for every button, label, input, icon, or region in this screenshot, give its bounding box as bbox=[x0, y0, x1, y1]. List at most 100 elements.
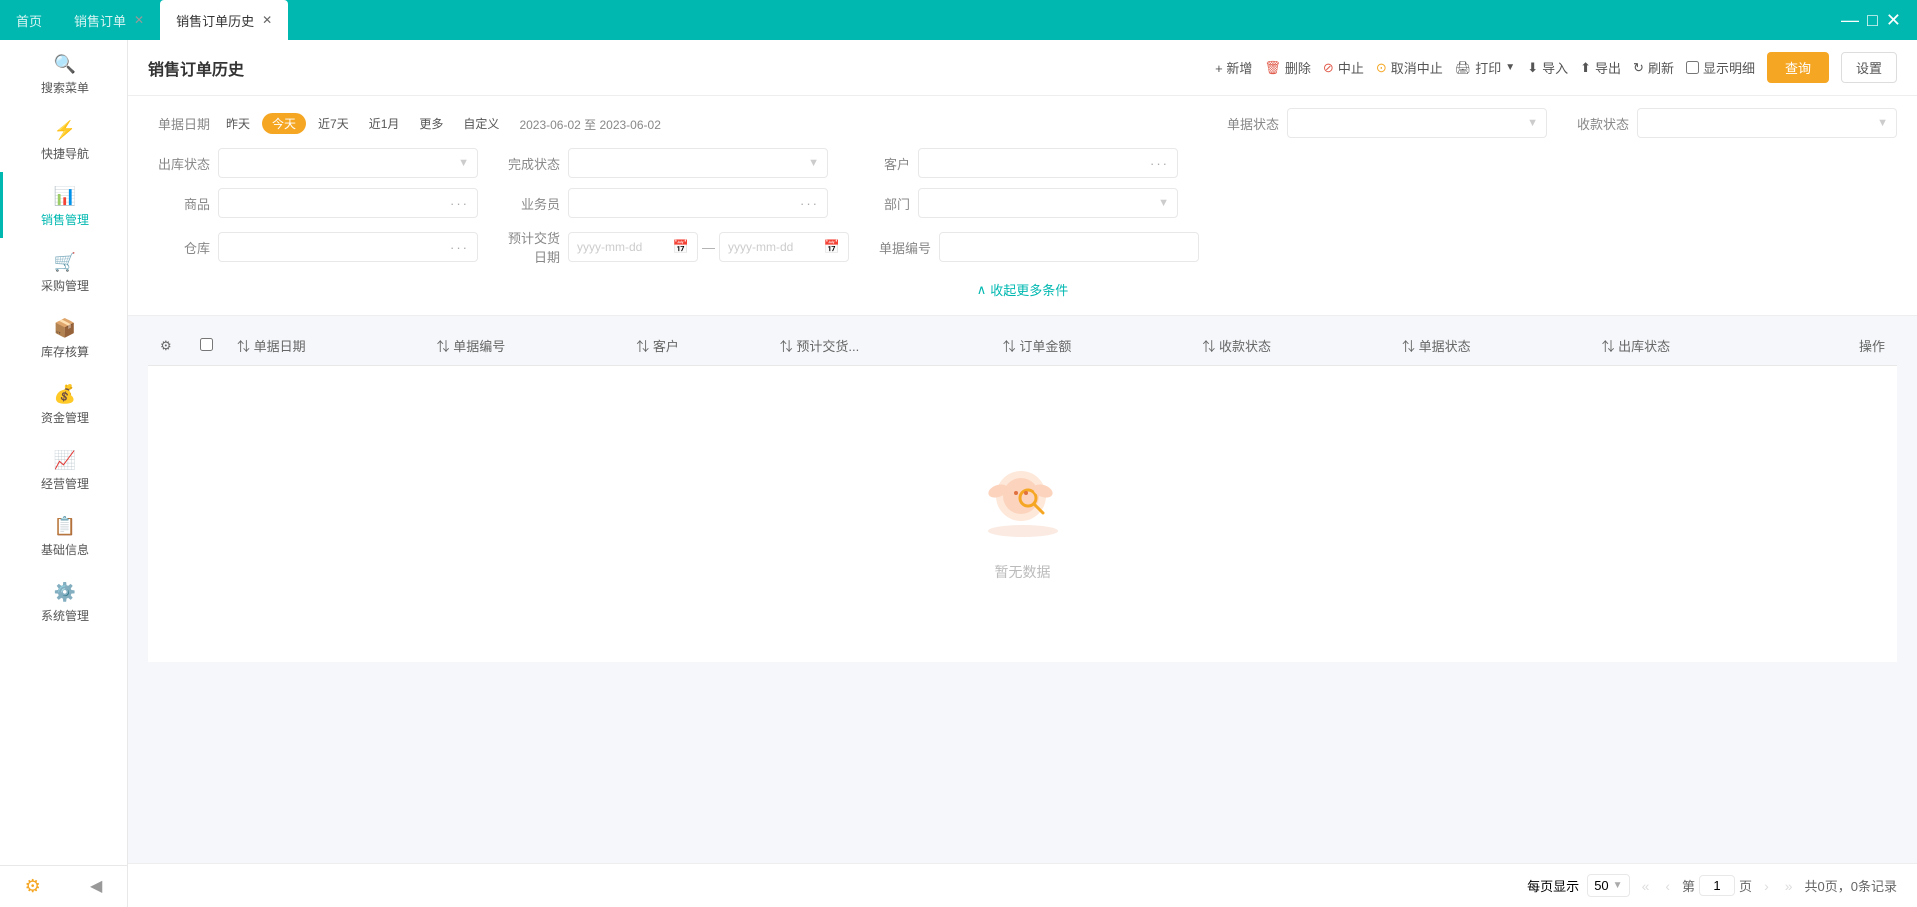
filter-row-4: 仓库 ··· 预计交货日期 yyyy-mm-dd 📅 — yyyy-mm-dd … bbox=[148, 228, 1897, 266]
th-settings[interactable]: ⚙ bbox=[148, 326, 188, 366]
date-today[interactable]: 今天 bbox=[262, 113, 306, 134]
sidebar-item-base-info[interactable]: 📋 基础信息 bbox=[0, 502, 127, 568]
delivery-status-select[interactable]: ▼ bbox=[218, 148, 478, 178]
complete-status-arrow: ▼ bbox=[808, 157, 819, 169]
delivery-date-start[interactable]: yyyy-mm-dd 📅 bbox=[568, 232, 698, 262]
complete-status-select[interactable]: ▼ bbox=[568, 148, 828, 178]
th-actions-label: 操作 bbox=[1859, 339, 1885, 354]
filter-area: 单据日期 昨天 今天 近7天 近1月 更多 自定义 2023-06-02 至 2… bbox=[128, 96, 1917, 316]
delete-button[interactable]: 🗑 删除 bbox=[1264, 58, 1311, 77]
sidebar-item-sales-mgmt[interactable]: 📊 销售管理 bbox=[0, 172, 127, 238]
th-customer[interactable]: ⇅ 客户 bbox=[624, 326, 768, 366]
th-date-label: ⇅ 单据日期 bbox=[237, 339, 306, 354]
window-close-button[interactable]: ✕ bbox=[1886, 10, 1901, 31]
warehouse-input[interactable]: ··· bbox=[218, 232, 478, 262]
th-date[interactable]: ⇅ 单据日期 bbox=[225, 326, 425, 366]
next-page-button[interactable]: › bbox=[1760, 878, 1773, 894]
sidebar-item-search-menu[interactable]: 🔍 搜索菜单 bbox=[0, 40, 127, 106]
tab-home-label: 首页 bbox=[16, 11, 42, 30]
last-page-button[interactable]: » bbox=[1781, 878, 1797, 894]
collapse-bar[interactable]: ∧ 收起更多条件 bbox=[148, 276, 1897, 303]
sidebar-item-inventory-label: 库存核算 bbox=[41, 343, 89, 360]
customer-input[interactable]: ··· bbox=[918, 148, 1178, 178]
print-arrow-icon: ▼ bbox=[1505, 62, 1515, 73]
base-info-icon: 📋 bbox=[54, 516, 76, 537]
warehouse-more-icon: ··· bbox=[450, 240, 469, 255]
empty-area: 暂无数据 bbox=[148, 366, 1897, 662]
print-button[interactable]: 🖨 打印 ▼ bbox=[1455, 58, 1515, 77]
date-yesterday[interactable]: 昨天 bbox=[218, 113, 258, 134]
calendar-end-icon: 📅 bbox=[824, 239, 840, 255]
th-order-status[interactable]: ⇅ 单据状态 bbox=[1390, 326, 1590, 366]
query-button[interactable]: 查询 bbox=[1767, 52, 1829, 83]
filter-row-3: 商品 ··· 业务员 ··· 部门 ▼ bbox=[148, 188, 1897, 218]
sidebar-item-sales-mgmt-label: 销售管理 bbox=[41, 211, 89, 228]
order-no-input[interactable] bbox=[939, 232, 1199, 262]
salesperson-more-icon: ··· bbox=[800, 196, 819, 211]
empty-illustration bbox=[973, 446, 1073, 546]
delivery-date-end[interactable]: yyyy-mm-dd 📅 bbox=[719, 232, 849, 262]
sidebar-item-purchase-mgmt-label: 采购管理 bbox=[41, 277, 89, 294]
close-sales-order-history-tab[interactable]: ✕ bbox=[262, 13, 272, 27]
tab-sales-order-history-label: 销售订单历史 bbox=[176, 11, 254, 30]
select-all-checkbox[interactable] bbox=[200, 338, 213, 351]
department-arrow: ▼ bbox=[1158, 197, 1169, 209]
export-button[interactable]: ⬆ 导出 bbox=[1580, 58, 1621, 77]
page-input[interactable] bbox=[1699, 875, 1735, 896]
import-icon: ⬇ bbox=[1527, 60, 1538, 76]
salesperson-input[interactable]: ··· bbox=[568, 188, 828, 218]
new-button[interactable]: + 新增 bbox=[1215, 58, 1252, 77]
page-suffix: 页 bbox=[1739, 876, 1752, 895]
table-body: 暂无数据 bbox=[148, 366, 1897, 663]
department-select[interactable]: ▼ bbox=[918, 188, 1178, 218]
sidebar-settings-icon[interactable]: ⚙ bbox=[25, 876, 41, 897]
sidebar-item-finance[interactable]: 💰 资金管理 bbox=[0, 370, 127, 436]
th-order-no[interactable]: ⇅ 单据编号 bbox=[425, 326, 625, 366]
close-sales-order-tab[interactable]: ✕ bbox=[134, 13, 144, 27]
delivery-date-range: yyyy-mm-dd 📅 — yyyy-mm-dd 📅 bbox=[568, 232, 849, 262]
delivery-status-arrow: ▼ bbox=[458, 157, 469, 169]
chevron-up-icon: ∧ bbox=[977, 282, 987, 298]
date-last1month[interactable]: 近1月 bbox=[361, 113, 408, 134]
sidebar-item-operations[interactable]: 📈 经营管理 bbox=[0, 436, 127, 502]
th-payment-status[interactable]: ⇅ 收款状态 bbox=[1190, 326, 1390, 366]
sidebar-item-sys-mgmt[interactable]: ⚙️ 系统管理 bbox=[0, 568, 127, 634]
sidebar-collapse-icon[interactable]: ◀ bbox=[90, 876, 102, 897]
th-amount[interactable]: ⇅ 订单金额 bbox=[991, 326, 1191, 366]
order-status-select[interactable]: ▼ bbox=[1287, 108, 1547, 138]
search-menu-icon: 🔍 bbox=[54, 54, 76, 75]
date-filter-label: 单据日期 bbox=[148, 114, 218, 133]
stop-button[interactable]: ⊘ 中止 bbox=[1323, 58, 1364, 77]
inventory-icon: 📦 bbox=[54, 318, 76, 339]
sidebar: 🔍 搜索菜单 ⚡ 快捷导航 📊 销售管理 🛒 采购管理 📦 库存核算 💰 资金管… bbox=[0, 40, 128, 907]
date-more[interactable]: 更多 bbox=[411, 113, 451, 134]
sidebar-item-quick-nav[interactable]: ⚡ 快捷导航 bbox=[0, 106, 127, 172]
minimize-button[interactable]: — bbox=[1841, 10, 1859, 31]
maximize-button[interactable]: □ bbox=[1867, 10, 1878, 31]
display-detail-checkbox[interactable] bbox=[1686, 61, 1699, 74]
sidebar-item-inventory[interactable]: 📦 库存核算 bbox=[0, 304, 127, 370]
first-page-button[interactable]: « bbox=[1638, 878, 1654, 894]
setting-button[interactable]: 设置 bbox=[1841, 52, 1897, 83]
date-last7[interactable]: 近7天 bbox=[310, 113, 357, 134]
th-payment-status-label: ⇅ 收款状态 bbox=[1202, 339, 1271, 354]
refresh-button[interactable]: ↻ 刷新 bbox=[1633, 58, 1674, 77]
prev-page-button[interactable]: ‹ bbox=[1661, 878, 1674, 894]
payment-status-label: 收款状态 bbox=[1567, 114, 1637, 133]
page-size-select[interactable]: 50 ▼ bbox=[1587, 874, 1629, 897]
tab-sales-order[interactable]: 销售订单 ✕ bbox=[58, 0, 160, 40]
th-checkbox[interactable] bbox=[188, 326, 225, 366]
date-custom[interactable]: 自定义 bbox=[455, 113, 507, 134]
cancel-stop-button[interactable]: ⊙ 取消中止 bbox=[1376, 58, 1443, 77]
goods-input[interactable]: ··· bbox=[218, 188, 478, 218]
payment-status-select[interactable]: ▼ bbox=[1637, 108, 1897, 138]
th-delivery-status[interactable]: ⇅ 出库状态 bbox=[1590, 326, 1790, 366]
th-delivery-date[interactable]: ⇅ 预计交货... bbox=[768, 326, 991, 366]
sidebar-item-purchase-mgmt[interactable]: 🛒 采购管理 bbox=[0, 238, 127, 304]
sidebar-item-finance-label: 资金管理 bbox=[41, 409, 89, 426]
tab-home[interactable]: 首页 bbox=[0, 0, 58, 40]
import-button[interactable]: ⬇ 导入 bbox=[1527, 58, 1568, 77]
display-detail-toggle[interactable]: 显示明细 bbox=[1686, 58, 1755, 77]
tab-sales-order-history[interactable]: 销售订单历史 ✕ bbox=[160, 0, 288, 40]
order-no-label: 单据编号 bbox=[869, 238, 939, 257]
